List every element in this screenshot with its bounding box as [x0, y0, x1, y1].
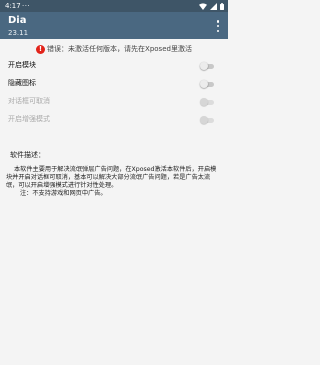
description-title: 软件描述： — [10, 151, 45, 159]
description-paragraph: 本软件主要用于解决流氓弹层广告问题，在Xposed激活本软件后，开启模块并开启对… — [6, 166, 217, 189]
enable-module-switch[interactable] — [200, 61, 214, 71]
app-bar: Dia 23.11 — [0, 12, 228, 39]
notification-dots: ··· — [22, 2, 31, 10]
hide-icon-switch[interactable] — [200, 79, 214, 89]
setting-label: 对话框可取消 — [8, 97, 50, 105]
warning-text: 错误：未激活任何版本，请先在Xposed里激活 — [47, 45, 192, 53]
status-icons — [199, 2, 224, 10]
wifi-icon — [199, 2, 207, 10]
navigation-bar — [0, 353, 228, 365]
description-note: 注：不支持游戏和网页中广告。 — [20, 190, 107, 197]
status-time: 4:17 — [5, 2, 21, 10]
setting-label: 开启增强模式 — [8, 115, 50, 123]
activation-warning: ! 错误：未激活任何版本，请先在Xposed里激活 — [0, 44, 228, 54]
dialog-cancelable-switch — [200, 97, 214, 107]
enhanced-mode-switch — [200, 115, 214, 125]
description-body: 本软件主要用于解决流氓弹层广告问题，在Xposed激活本软件后，开启模块并开启对… — [6, 166, 221, 198]
more-vert-icon[interactable] — [216, 20, 220, 32]
setting-enable-module[interactable]: 开启模块 — [0, 57, 228, 75]
app-title: Dia — [8, 15, 27, 26]
setting-hide-icon[interactable]: 隐藏图标 — [0, 75, 228, 93]
error-icon: ! — [36, 44, 46, 54]
signal-icon — [210, 2, 217, 10]
setting-dialog-cancelable: 对话框可取消 — [0, 93, 228, 111]
setting-enhanced-mode: 开启增强模式 — [0, 111, 228, 129]
app-version: 23.11 — [8, 29, 29, 37]
setting-label: 隐藏图标 — [8, 79, 36, 87]
battery-icon — [220, 2, 224, 10]
status-bar: 4:17 ··· — [0, 0, 228, 12]
setting-label: 开启模块 — [8, 61, 36, 69]
